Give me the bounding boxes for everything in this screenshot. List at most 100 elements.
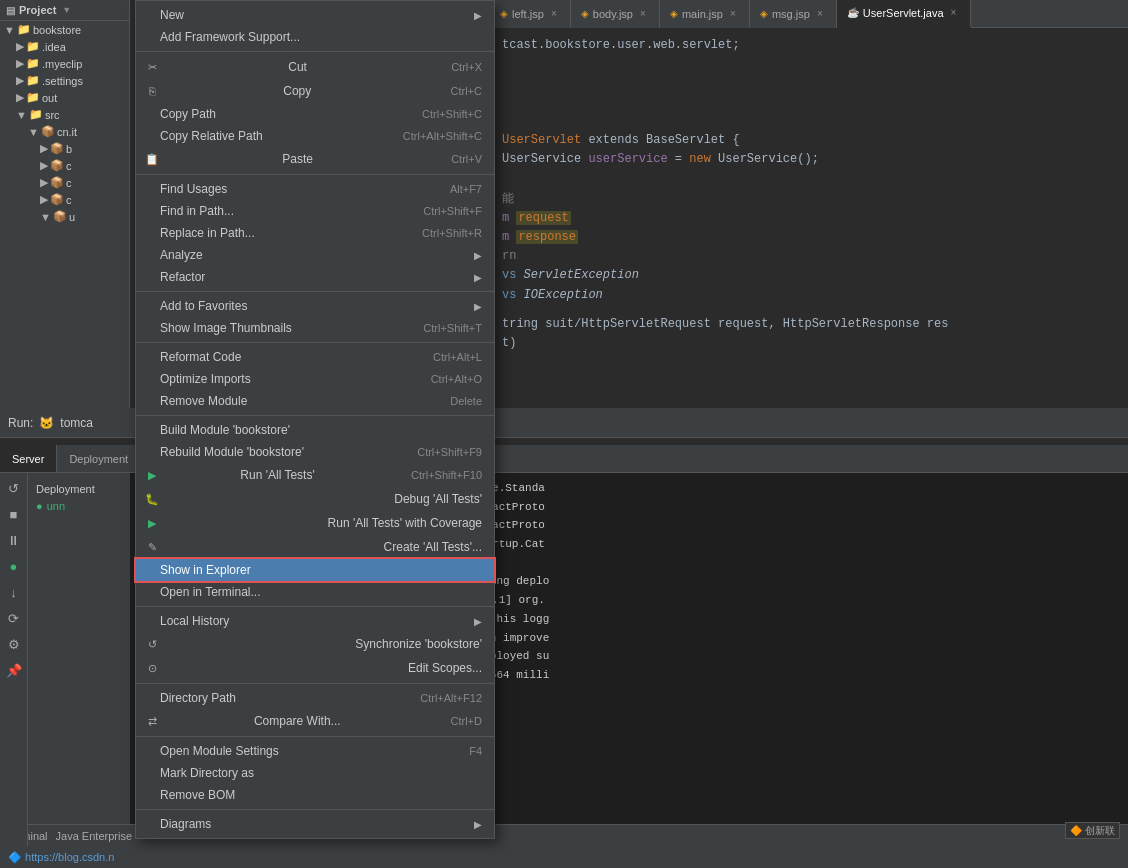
tree-item-settings[interactable]: ▶ 📁 .settings bbox=[0, 72, 129, 89]
menu-label: Reformat Code bbox=[160, 350, 241, 364]
shortcut: Ctrl+Shift+R bbox=[422, 227, 482, 239]
menu-item-optimize[interactable]: Optimize Imports Ctrl+Alt+O bbox=[136, 368, 494, 390]
tab-userservlet-java[interactable]: ☕ UserServlet.java × bbox=[837, 0, 971, 28]
menu-item-run-coverage[interactable]: ▶ Run 'All Tests' with Coverage bbox=[136, 511, 494, 535]
code-editor[interactable]: tcast.bookstore.user.web.servlet; UserSe… bbox=[490, 28, 1128, 408]
tree-item-c1[interactable]: ▶ 📦 c bbox=[0, 157, 129, 174]
refresh-btn[interactable]: ⟳ bbox=[3, 607, 25, 629]
tree-item-c2[interactable]: ▶ 📦 c bbox=[0, 174, 129, 191]
menu-item-remove-module[interactable]: Remove Module Delete bbox=[136, 390, 494, 412]
tab-close-btn[interactable]: × bbox=[727, 8, 739, 20]
menu-item-dir-path[interactable]: Directory Path Ctrl+Alt+F12 bbox=[136, 687, 494, 709]
tab-main-jsp[interactable]: ◈ main.jsp × bbox=[660, 0, 750, 28]
status-bar: 🔷 https://blog.csdn.n bbox=[0, 846, 1128, 868]
code-line-throws2: vs IOException bbox=[502, 286, 1116, 305]
tab-left-jsp[interactable]: ◈ left.jsp × bbox=[490, 0, 571, 28]
menu-item-local-history[interactable]: Local History ▶ bbox=[136, 610, 494, 632]
tree-item-idea[interactable]: ▶ 📁 .idea bbox=[0, 38, 129, 55]
menu-item-diagrams[interactable]: Diagrams ▶ bbox=[136, 813, 494, 835]
menu-item-build[interactable]: Build Module 'bookstore' bbox=[136, 419, 494, 441]
menu-item-rebuild[interactable]: Rebuild Module 'bookstore' Ctrl+Shift+F9 bbox=[136, 441, 494, 463]
menu-item-open-terminal[interactable]: Open in Terminal... bbox=[136, 581, 494, 603]
menu-item-synchronize[interactable]: ↺ Synchronize 'bookstore' bbox=[136, 632, 494, 656]
menu-item-new[interactable]: New ▶ bbox=[136, 4, 494, 26]
server-tab-deployment[interactable]: Deployment bbox=[57, 445, 141, 472]
tab-close-btn[interactable]: × bbox=[814, 8, 826, 20]
tab-close-btn[interactable]: × bbox=[948, 7, 960, 19]
tree-item-src[interactable]: ▼ 📁 src bbox=[0, 106, 129, 123]
menu-label: Edit Scopes... bbox=[408, 661, 482, 675]
menu-item-show-thumbnails[interactable]: Show Image Thumbnails Ctrl+Shift+T bbox=[136, 317, 494, 339]
folder-icon: 📦 bbox=[41, 125, 55, 138]
menu-item-analyze[interactable]: Analyze ▶ bbox=[136, 244, 494, 266]
tab-body-jsp[interactable]: ◈ body.jsp × bbox=[571, 0, 660, 28]
menu-label: Analyze bbox=[160, 248, 203, 262]
code-line-field: UserService userService = new UserServic… bbox=[502, 150, 1116, 169]
sidebar: ▤ Project ▼ ▼ 📁 bookstore ▶ 📁 .idea ▶ 📁 … bbox=[0, 0, 130, 408]
menu-item-edit-scopes[interactable]: ⊙ Edit Scopes... bbox=[136, 656, 494, 680]
menu-item-replace-path[interactable]: Replace in Path... Ctrl+Shift+R bbox=[136, 222, 494, 244]
item-label: .myeclip bbox=[42, 58, 82, 70]
menu-item-run-tests[interactable]: ▶ Run 'All Tests' Ctrl+Shift+F10 bbox=[136, 463, 494, 487]
tab-close-btn[interactable]: × bbox=[637, 8, 649, 20]
menu-item-add-favorites[interactable]: Add to Favorites ▶ bbox=[136, 295, 494, 317]
tab-close-btn[interactable]: × bbox=[548, 8, 560, 20]
code-line-params: m request bbox=[502, 209, 1116, 228]
folder-icon: 📦 bbox=[53, 210, 67, 223]
menu-item-refactor[interactable]: Refactor ▶ bbox=[136, 266, 494, 288]
tree-item-u[interactable]: ▼ 📦 u bbox=[0, 208, 129, 225]
status-url: 🔷 https://blog.csdn.n bbox=[8, 851, 114, 864]
tab-label: body.jsp bbox=[593, 8, 633, 20]
menu-item-module-settings[interactable]: Open Module Settings F4 bbox=[136, 740, 494, 762]
shortcut: Ctrl+X bbox=[451, 61, 482, 73]
menu-item-mark-dir[interactable]: Mark Directory as bbox=[136, 762, 494, 784]
green-dot: ● bbox=[36, 500, 43, 512]
tree-item-bookstore[interactable]: ▼ 📁 bookstore bbox=[0, 21, 129, 38]
shortcut: F4 bbox=[469, 745, 482, 757]
scroll-btn[interactable]: ↓ bbox=[3, 581, 25, 603]
menu-label: Find in Path... bbox=[160, 204, 234, 218]
code-line-rn: rn bbox=[502, 247, 1116, 266]
server-tab-server[interactable]: Server bbox=[0, 445, 57, 472]
menu-label: Show in Explorer bbox=[160, 563, 251, 577]
expand-icon: ▶ bbox=[16, 74, 24, 87]
tab-bar: ◈ left.jsp × ◈ body.jsp × ◈ main.jsp × ◈… bbox=[490, 0, 1128, 28]
menu-item-find-path[interactable]: Find in Path... Ctrl+Shift+F bbox=[136, 200, 494, 222]
menu-item-cut[interactable]: ✂ Cut Ctrl+X bbox=[136, 55, 494, 79]
menu-item-copy-path[interactable]: Copy Path Ctrl+Shift+C bbox=[136, 103, 494, 125]
menu-label: Open in Terminal... bbox=[160, 585, 261, 599]
tree-item-b[interactable]: ▶ 📦 b bbox=[0, 140, 129, 157]
code-line-params2: m response bbox=[502, 228, 1116, 247]
stop-btn[interactable]: ■ bbox=[3, 503, 25, 525]
tree-item-out[interactable]: ▶ 📁 out bbox=[0, 89, 129, 106]
pause-btn[interactable]: ⏸ bbox=[3, 529, 25, 551]
tree-item-cn[interactable]: ▼ 📦 cn.it bbox=[0, 123, 129, 140]
settings-btn[interactable]: ⚙ bbox=[3, 633, 25, 655]
menu-item-show-explorer[interactable]: Show in Explorer bbox=[136, 559, 494, 581]
menu-item-add-framework[interactable]: Add Framework Support... bbox=[136, 26, 494, 48]
menu-item-find-usages[interactable]: Find Usages Alt+F7 bbox=[136, 178, 494, 200]
resume-btn[interactable]: ● bbox=[3, 555, 25, 577]
pin-btn[interactable]: 📌 bbox=[3, 659, 25, 681]
menu-item-copy-relative[interactable]: Copy Relative Path Ctrl+Alt+Shift+C bbox=[136, 125, 494, 147]
run-icon: 🐱 bbox=[39, 416, 54, 430]
tab-msg-jsp[interactable]: ◈ msg.jsp × bbox=[750, 0, 837, 28]
menu-item-reformat[interactable]: Reformat Code Ctrl+Alt+L bbox=[136, 346, 494, 368]
folder-icon: 📁 bbox=[29, 108, 43, 121]
menu-label: Show Image Thumbnails bbox=[160, 321, 292, 335]
dropdown-icon[interactable]: ▼ bbox=[62, 5, 71, 15]
tree-item-myeclip[interactable]: ▶ 📁 .myeclip bbox=[0, 55, 129, 72]
menu-item-compare[interactable]: ⇄ Compare With... Ctrl+D bbox=[136, 709, 494, 733]
restart-btn[interactable]: ↺ bbox=[3, 477, 25, 499]
menu-item-create-tests[interactable]: ✎ Create 'All Tests'... bbox=[136, 535, 494, 559]
java-enterprise-label[interactable]: Java Enterprise bbox=[56, 830, 132, 842]
menu-item-debug-tests[interactable]: 🐛 Debug 'All Tests' bbox=[136, 487, 494, 511]
menu-item-paste[interactable]: 📋 Paste Ctrl+V bbox=[136, 147, 494, 171]
menu-label: Run 'All Tests' with Coverage bbox=[328, 516, 482, 530]
item-label: c bbox=[66, 160, 72, 172]
tree-item-c3[interactable]: ▶ 📦 c bbox=[0, 191, 129, 208]
menu-separator bbox=[136, 415, 494, 416]
menu-item-copy[interactable]: ⎘ Copy Ctrl+C bbox=[136, 79, 494, 103]
menu-item-remove-bom[interactable]: Remove BOM bbox=[136, 784, 494, 806]
shortcut: Delete bbox=[450, 395, 482, 407]
